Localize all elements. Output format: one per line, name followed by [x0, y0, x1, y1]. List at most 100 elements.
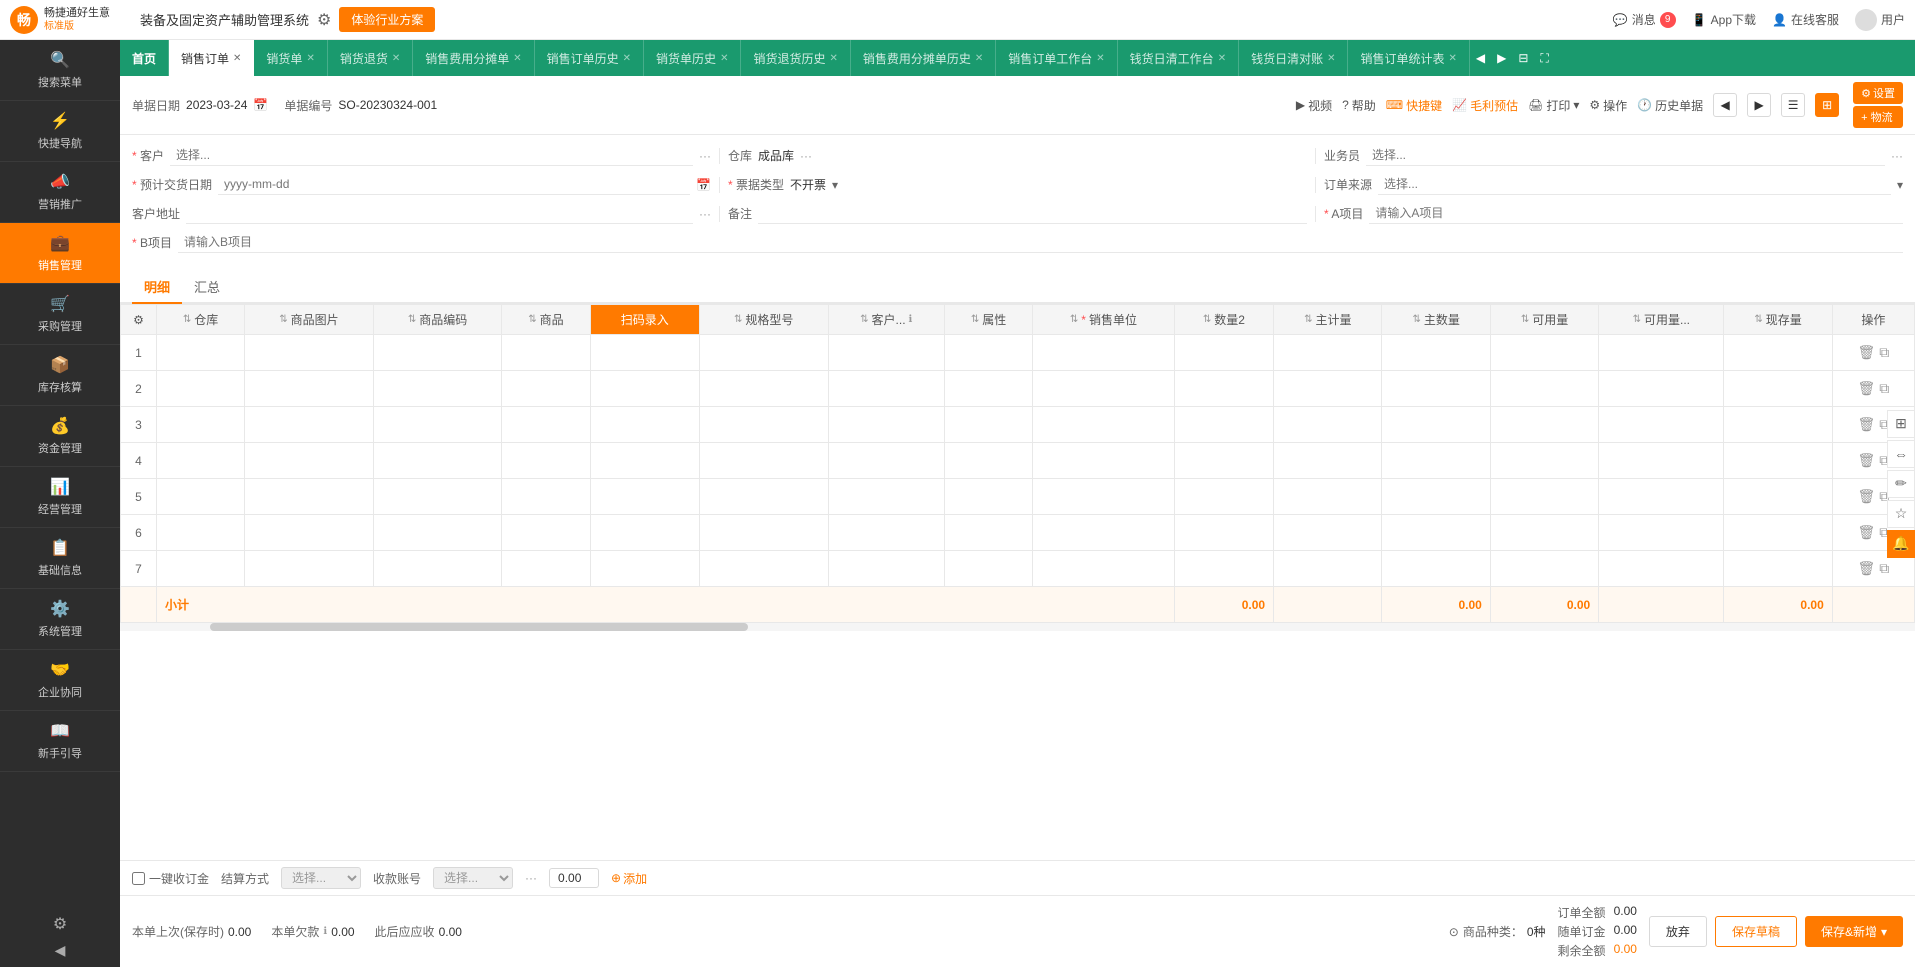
- row-5-spec[interactable]: [699, 479, 828, 515]
- add-material-button[interactable]: + 物流: [1853, 106, 1903, 128]
- row-3-product[interactable]: [502, 407, 590, 443]
- row-1-copy-icon[interactable]: ⧉: [1879, 344, 1889, 361]
- save-and-new-button[interactable]: 保存&新增 ▾: [1805, 916, 1903, 947]
- row-5-delete-icon[interactable]: 🗑: [1858, 488, 1876, 505]
- row-6-available[interactable]: [1490, 515, 1598, 551]
- row-3-qty2[interactable]: [1174, 407, 1273, 443]
- row-7-code[interactable]: [373, 551, 502, 587]
- tab-expense-split-close[interactable]: ✕: [513, 53, 521, 64]
- row-4-product[interactable]: [502, 443, 590, 479]
- tab-stats[interactable]: 销售订单统计表 ✕: [1348, 40, 1469, 76]
- right-tool-resize[interactable]: ⇔: [1887, 440, 1915, 468]
- row-1-product[interactable]: [502, 335, 590, 371]
- row-7-scan[interactable]: [590, 551, 699, 587]
- customer-address-input[interactable]: [186, 203, 693, 224]
- account-select[interactable]: 选择...: [433, 867, 513, 889]
- row-2-main-qty[interactable]: [1382, 371, 1490, 407]
- project-b-input[interactable]: [178, 232, 1903, 253]
- row-5-available[interactable]: [1490, 479, 1598, 515]
- nav-prev-button[interactable]: ◀: [1713, 93, 1737, 117]
- tab-more-button[interactable]: ⊟: [1512, 51, 1534, 65]
- row-7-main-unit[interactable]: [1274, 551, 1382, 587]
- row-1-main-unit[interactable]: [1274, 335, 1382, 371]
- sidebar-item-management[interactable]: 📊 经营管理: [0, 467, 120, 528]
- row-2-qty2[interactable]: [1174, 371, 1273, 407]
- right-tool-notification[interactable]: 🔔: [1887, 530, 1915, 558]
- row-5-customer-code[interactable]: [828, 479, 944, 515]
- row-3-available2[interactable]: [1599, 407, 1724, 443]
- row-1-delete-icon[interactable]: 🗑: [1858, 344, 1876, 361]
- tab-next-arrow[interactable]: ▶: [1491, 51, 1512, 65]
- tab-home[interactable]: 首页: [120, 40, 169, 76]
- sidebar-item-purchase[interactable]: 🛒 采购管理: [0, 284, 120, 345]
- system-settings-icon[interactable]: ⚙: [317, 10, 331, 30]
- row-6-qty2[interactable]: [1174, 515, 1273, 551]
- row-5-warehouse[interactable]: [157, 479, 245, 515]
- right-tool-star[interactable]: ☆: [1887, 500, 1915, 528]
- row-7-spec[interactable]: [699, 551, 828, 587]
- row-4-qty2[interactable]: [1174, 443, 1273, 479]
- tab-sales-return[interactable]: 销货退货 ✕: [328, 40, 413, 76]
- row-4-available2[interactable]: [1599, 443, 1724, 479]
- row-1-spec[interactable]: [699, 335, 828, 371]
- row-1-warehouse[interactable]: [157, 335, 245, 371]
- th-unit[interactable]: ⇅*销售单位: [1033, 305, 1174, 335]
- th-current-qty[interactable]: ⇅现存量: [1724, 305, 1832, 335]
- th-product[interactable]: ⇅商品: [502, 305, 590, 335]
- row-6-scan[interactable]: [590, 515, 699, 551]
- account-expand-icon[interactable]: ···: [525, 871, 537, 885]
- row-7-warehouse[interactable]: [157, 551, 245, 587]
- tab-sales-invoice[interactable]: 销货单 ✕: [254, 40, 327, 76]
- th-spec[interactable]: ⇅规格型号: [699, 305, 828, 335]
- tab-detail[interactable]: 明细: [132, 271, 182, 304]
- row-3-main-qty[interactable]: [1382, 407, 1490, 443]
- row-5-current-qty[interactable]: [1724, 479, 1832, 515]
- salesperson-input[interactable]: [1366, 145, 1885, 166]
- row-4-delete-icon[interactable]: 🗑: [1858, 452, 1876, 469]
- shortcut-button[interactable]: ⌨ 快捷键: [1386, 97, 1442, 114]
- print-dropdown-icon[interactable]: ▾: [1573, 98, 1579, 112]
- row-6-customer-code[interactable]: [828, 515, 944, 551]
- tab-expense-history-close[interactable]: ✕: [975, 53, 983, 64]
- tab-expense-history[interactable]: 销售费用分摊单历史 ✕: [851, 40, 996, 76]
- row-7-qty2[interactable]: [1174, 551, 1273, 587]
- row-6-main-unit[interactable]: [1274, 515, 1382, 551]
- row-2-available[interactable]: [1490, 371, 1598, 407]
- th-image[interactable]: ⇅商品图片: [245, 305, 374, 335]
- row-5-main-unit[interactable]: [1274, 479, 1382, 515]
- history-button[interactable]: 🕐 历史单据: [1637, 97, 1703, 114]
- tab-expense-split[interactable]: 销售费用分摊单 ✕: [413, 40, 534, 76]
- row-3-scan[interactable]: [590, 407, 699, 443]
- horizontal-scrollbar[interactable]: [120, 623, 1915, 631]
- profit-button[interactable]: 📈 毛利预估: [1452, 97, 1518, 114]
- grid-view-button[interactable]: ⊞: [1815, 93, 1839, 117]
- sidebar-item-system[interactable]: ⚙️ 系统管理: [0, 589, 120, 650]
- salesperson-expand-icon[interactable]: ···: [1891, 149, 1903, 163]
- invoice-type-dropdown-icon[interactable]: ▾: [832, 178, 838, 192]
- th-available[interactable]: ⇅可用量: [1490, 305, 1598, 335]
- user-button[interactable]: 用户: [1855, 9, 1905, 31]
- row-3-customer-code[interactable]: [828, 407, 944, 443]
- discard-button[interactable]: 放弃: [1649, 916, 1707, 947]
- sidebar-item-inventory[interactable]: 📦 库存核算: [0, 345, 120, 406]
- row-1-available[interactable]: [1490, 335, 1598, 371]
- row-7-copy-icon[interactable]: ⧉: [1879, 560, 1889, 577]
- view-video-button[interactable]: ▶ 视频: [1296, 97, 1332, 114]
- calendar-icon[interactable]: 📅: [253, 98, 268, 112]
- row-6-delete-icon[interactable]: 🗑: [1858, 524, 1876, 541]
- project-a-input[interactable]: [1369, 203, 1903, 224]
- right-tool-edit[interactable]: ✏: [1887, 470, 1915, 498]
- row-2-main-unit[interactable]: [1274, 371, 1382, 407]
- row-7-customer-code[interactable]: [828, 551, 944, 587]
- print-button[interactable]: 🖨 打印 ▾: [1528, 97, 1579, 114]
- tab-order-workbench[interactable]: 销售订单工作台 ✕: [996, 40, 1117, 76]
- sidebar-item-cooperation[interactable]: 🤝 企业协同: [0, 650, 120, 711]
- row-4-warehouse[interactable]: [157, 443, 245, 479]
- list-view-button[interactable]: ☰: [1781, 93, 1805, 117]
- row-2-delete-icon[interactable]: 🗑: [1858, 380, 1876, 397]
- row-3-code[interactable]: [373, 407, 502, 443]
- app-download-button[interactable]: 📱 App下载: [1692, 11, 1756, 28]
- settings-bottom-icon[interactable]: ⚙: [53, 914, 67, 934]
- tab-stats-close[interactable]: ✕: [1449, 53, 1457, 64]
- sidebar-item-search[interactable]: 🔍 搜索菜单: [0, 40, 120, 101]
